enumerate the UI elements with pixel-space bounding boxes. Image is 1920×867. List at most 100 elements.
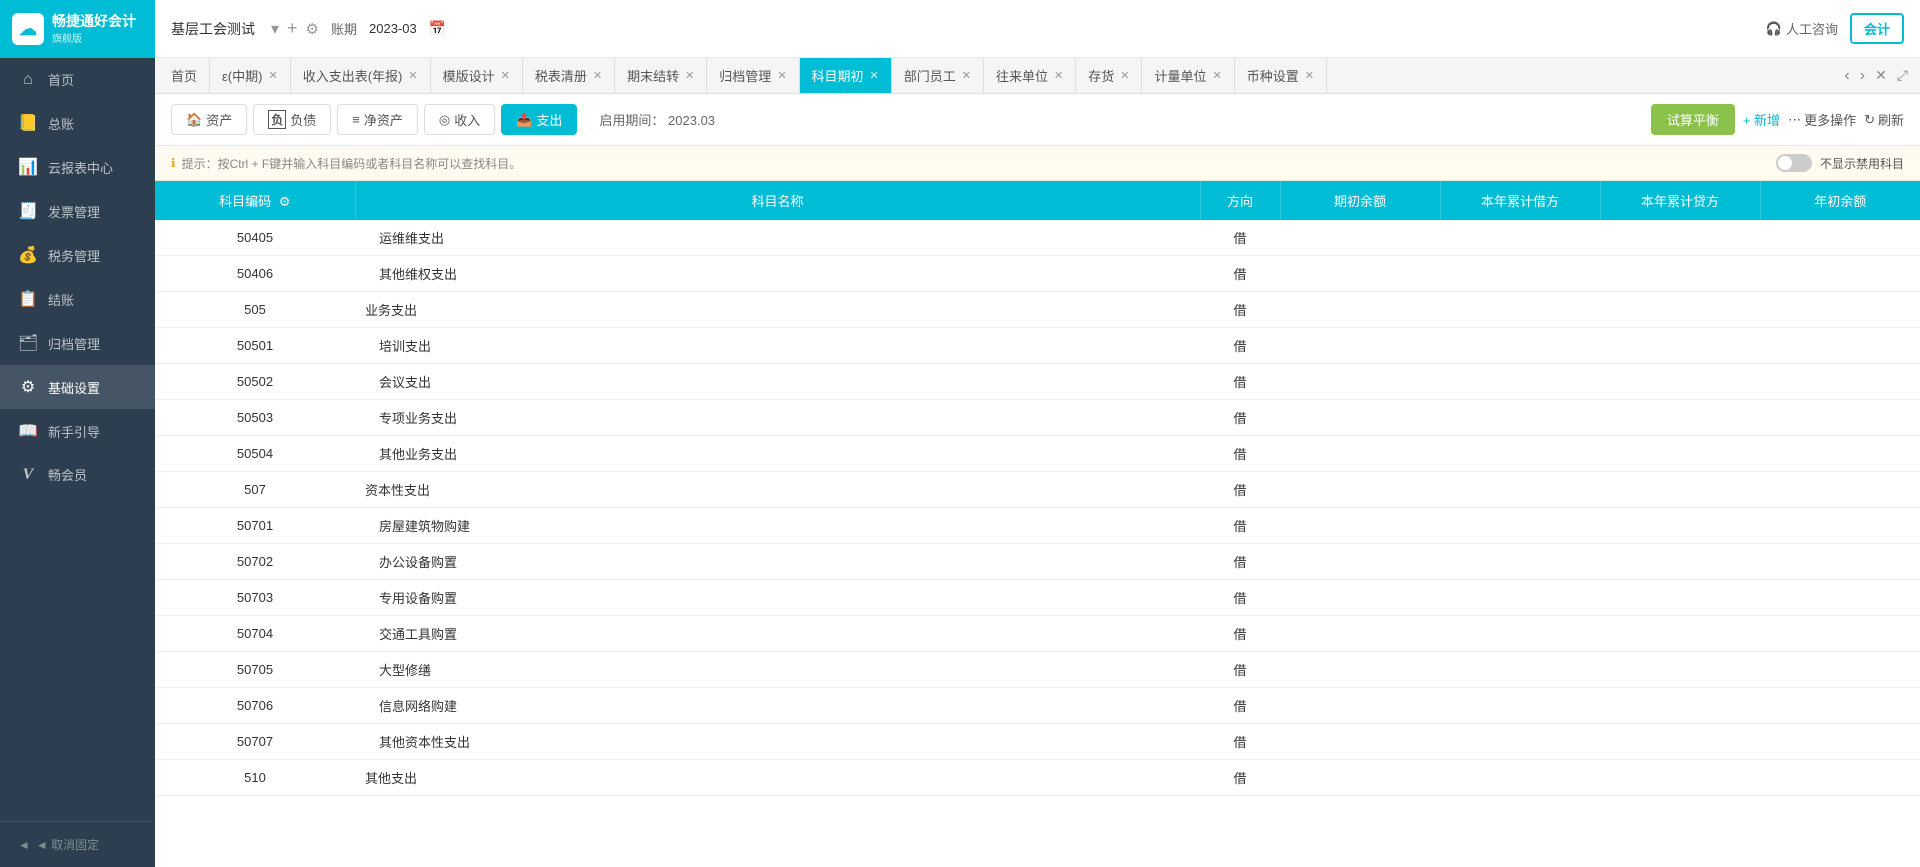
sidebar-collapse-btn[interactable]: ◄ ◄ 取消固定: [0, 821, 155, 867]
calc-balance-btn[interactable]: 试算平衡: [1651, 104, 1735, 135]
cell-dir: 借: [1200, 220, 1280, 256]
sidebar-item-ledger[interactable]: 📒 总账: [0, 101, 155, 145]
table-row[interactable]: 50707 其他资本性支出 借: [155, 724, 1920, 760]
consulting-btn[interactable]: 🎧 人工咨询: [1766, 19, 1838, 38]
tab-close-icon[interactable]: ✕: [1305, 69, 1314, 82]
sidebar-item-home[interactable]: ⌂ 首页: [0, 58, 155, 101]
cell-dir: 借: [1200, 652, 1280, 688]
tab-expand-icon[interactable]: ⤢: [1893, 65, 1912, 86]
cell-name: 培训支出: [355, 328, 1200, 364]
cell-dir: 借: [1200, 472, 1280, 508]
tab-close-all-icon[interactable]: ✕: [1871, 65, 1891, 86]
table-row[interactable]: 50703 专用设备购置 借: [155, 580, 1920, 616]
table-row[interactable]: 50405 运维维支出 借: [155, 220, 1920, 256]
tab-close-icon[interactable]: ✕: [1120, 69, 1129, 82]
table-row[interactable]: 50704 交通工具购置 借: [155, 616, 1920, 652]
cell-ybal: [1760, 436, 1920, 472]
tab-supplier[interactable]: 往来单位 ✕: [984, 58, 1076, 94]
dropdown-arrow-icon[interactable]: ▾: [271, 19, 279, 39]
table-row[interactable]: 50702 办公设备购置 借: [155, 544, 1920, 580]
sidebar: ☁ 畅捷通好会计 旗舰版 ⌂ 首页 📒 总账 📊 云报表中心 🧾 发票管理 💰 …: [0, 0, 155, 867]
sidebar-item-settings[interactable]: ⚙ 基础设置: [0, 365, 155, 409]
table-row[interactable]: 505 业务支出 借: [155, 292, 1920, 328]
tab-archive[interactable]: 归档管理 ✕: [707, 58, 799, 94]
cell-name: 其他维权支出: [355, 256, 1200, 292]
cell-name: 大型修缮: [355, 652, 1200, 688]
tab-taxform[interactable]: 税表清册 ✕: [523, 58, 615, 94]
tab-template[interactable]: 模版设计 ✕: [431, 58, 523, 94]
sidebar-item-archive[interactable]: 🗂 归档管理: [0, 321, 155, 365]
disable-toggle[interactable]: [1776, 154, 1812, 172]
tab-close-icon[interactable]: ✕: [962, 69, 971, 82]
company-name: 基层工会测试: [171, 19, 255, 39]
tab-close-icon[interactable]: ✕: [1212, 69, 1221, 82]
subtab-netasset[interactable]: ≡ 净资产: [337, 104, 418, 135]
cell-name: 业务支出: [355, 292, 1200, 328]
tab-periodend[interactable]: 期末结转 ✕: [615, 58, 707, 94]
kuaiji-button[interactable]: 会计: [1850, 13, 1904, 44]
table-row[interactable]: 50502 会议支出 借: [155, 364, 1920, 400]
cell-ybal: [1760, 400, 1920, 436]
tab-close-icon[interactable]: ✕: [1054, 69, 1063, 82]
tab-dept-staff[interactable]: 部门员工 ✕: [892, 58, 984, 94]
tab-currency[interactable]: 币种设置 ✕: [1235, 58, 1327, 94]
calendar-icon[interactable]: 📅: [429, 20, 446, 37]
tab-close-icon[interactable]: ✕: [685, 69, 694, 82]
tab-close-icon[interactable]: ✕: [501, 69, 510, 82]
tab-income-report[interactable]: 收入支出表(年报) ✕: [291, 58, 431, 94]
refresh-btn[interactable]: ↻ 刷新: [1864, 110, 1904, 129]
table-row[interactable]: 50501 培训支出 借: [155, 328, 1920, 364]
sidebar-item-tax[interactable]: 💰 税务管理: [0, 233, 155, 277]
tab-subject-init[interactable]: 科目期初 ✕: [800, 58, 892, 94]
cell-ybal: [1760, 292, 1920, 328]
sidebar-item-member[interactable]: V 畅会员: [0, 453, 155, 496]
table-row[interactable]: 50705 大型修缮 借: [155, 652, 1920, 688]
table-row[interactable]: 510 其他支出 借: [155, 760, 1920, 796]
ledger-icon: 📒: [18, 113, 38, 133]
tab-close-icon[interactable]: ✕: [593, 69, 602, 82]
tab-close-icon[interactable]: ✕: [870, 69, 879, 82]
table-row[interactable]: 50504 其他业务支出 借: [155, 436, 1920, 472]
sidebar-item-closing[interactable]: 📋 结账: [0, 277, 155, 321]
liability-icon: 负: [268, 110, 286, 129]
info-icon: ℹ: [171, 156, 176, 170]
col-settings-icon[interactable]: ⚙: [279, 194, 291, 209]
tab-close-icon[interactable]: ✕: [777, 69, 786, 82]
table-row[interactable]: 50503 专项业务支出 借: [155, 400, 1920, 436]
tab-prev-icon[interactable]: ‹: [1840, 65, 1853, 87]
tab-home[interactable]: 首页: [159, 58, 210, 94]
cell-code: 50501: [155, 328, 355, 364]
add-btn[interactable]: + 新增: [1743, 110, 1780, 129]
tab-units[interactable]: 计量单位 ✕: [1142, 58, 1234, 94]
sidebar-item-invoice[interactable]: 🧾 发票管理: [0, 189, 155, 233]
subtab-income[interactable]: ◎ 收入: [424, 104, 495, 135]
cell-code: 50702: [155, 544, 355, 580]
tab-inventory[interactable]: 存货 ✕: [1076, 58, 1142, 94]
sidebar-item-guide[interactable]: 📖 新手引导: [0, 409, 155, 453]
tab-midterm[interactable]: ε(中期) ✕: [210, 58, 291, 94]
income-icon: ◎: [439, 112, 450, 128]
tab-close-icon[interactable]: ✕: [268, 69, 277, 82]
subtab-asset[interactable]: 🏠 资产: [171, 104, 247, 135]
sidebar-logo: ☁ 畅捷通好会计 旗舰版: [0, 0, 155, 58]
cell-bal: [1280, 652, 1440, 688]
sidebar-item-reports[interactable]: 📊 云报表中心: [0, 145, 155, 189]
cell-dir: 借: [1200, 328, 1280, 364]
cell-deb: [1440, 256, 1600, 292]
guide-icon: 📖: [18, 421, 38, 441]
col-header-cre: 本年累计贷方: [1600, 181, 1760, 220]
cell-bal: [1280, 292, 1440, 328]
table-row[interactable]: 50406 其他维权支出 借: [155, 256, 1920, 292]
subtab-expense[interactable]: 📤 支出: [501, 104, 577, 135]
subtab-liability[interactable]: 负 负债: [253, 104, 331, 135]
more-ops-btn[interactable]: ⋯ 更多操作: [1788, 110, 1856, 129]
tab-next-icon[interactable]: ›: [1856, 65, 1869, 87]
table-row[interactable]: 50706 信息网络购建 借: [155, 688, 1920, 724]
table-row[interactable]: 50701 房屋建筑物购建 借: [155, 508, 1920, 544]
table-row[interactable]: 507 资本性支出 借: [155, 472, 1920, 508]
cell-name: 办公设备购置: [355, 544, 1200, 580]
add-icon[interactable]: +: [287, 18, 298, 39]
cell-name: 会议支出: [355, 364, 1200, 400]
tab-close-icon[interactable]: ✕: [408, 69, 417, 82]
settings-gear-icon[interactable]: ⚙: [306, 20, 319, 38]
